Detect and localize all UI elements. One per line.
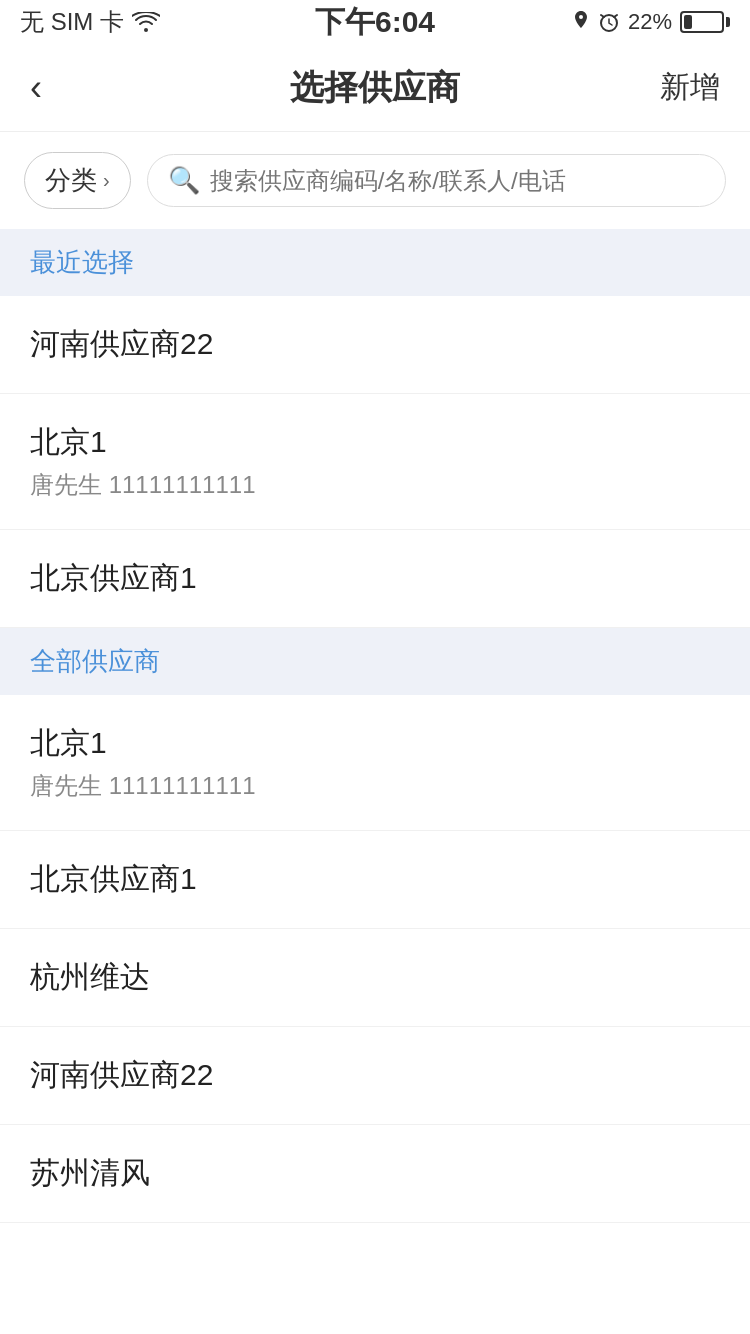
item-sub: 唐先生 11111111111 [30, 770, 720, 802]
item-name: 苏州清风 [30, 1153, 720, 1194]
location-icon [572, 11, 590, 33]
item-name: 北京1 [30, 723, 720, 764]
status-time: 下午6:04 [315, 2, 435, 43]
all-list-item[interactable]: 北京供应商1 [0, 831, 750, 929]
alarm-icon [598, 11, 620, 33]
wifi-icon [132, 12, 160, 32]
category-button[interactable]: 分类 › [24, 152, 131, 209]
all-list-item[interactable]: 河南供应商22 [0, 1027, 750, 1125]
page-title: 选择供应商 [290, 65, 460, 111]
filter-bar: 分类 › 🔍 [0, 132, 750, 229]
status-right: 22% [572, 9, 730, 35]
recent-section-header: 最近选择 [0, 229, 750, 296]
recent-list-item[interactable]: 北京供应商1 [0, 530, 750, 628]
recent-list-item[interactable]: 河南供应商22 [0, 296, 750, 394]
nav-bar: ‹ 选择供应商 新增 [0, 44, 750, 132]
status-bar: 无 SIM 卡 下午6:04 22% [0, 0, 750, 44]
search-input[interactable] [210, 167, 705, 195]
item-name: 杭州维达 [30, 957, 720, 998]
item-name: 北京供应商1 [30, 859, 720, 900]
category-label: 分类 [45, 163, 97, 198]
status-left: 无 SIM 卡 [20, 6, 160, 38]
recent-list: 河南供应商22 北京1 唐先生 11111111111 北京供应商1 [0, 296, 750, 628]
item-sub: 唐先生 11111111111 [30, 469, 720, 501]
all-list-item[interactable]: 杭州维达 [0, 929, 750, 1027]
chevron-right-icon: › [103, 169, 110, 192]
back-button[interactable]: ‹ [30, 67, 90, 109]
no-sim-text: 无 SIM 卡 [20, 6, 124, 38]
item-name: 北京供应商1 [30, 558, 720, 599]
battery-indicator [680, 11, 730, 33]
add-button[interactable]: 新增 [660, 67, 720, 108]
all-list-item[interactable]: 苏州清风 [0, 1125, 750, 1223]
search-box[interactable]: 🔍 [147, 154, 726, 207]
item-name: 河南供应商22 [30, 1055, 720, 1096]
item-name: 北京1 [30, 422, 720, 463]
all-list: 北京1 唐先生 11111111111 北京供应商1 杭州维达河南供应商22 苏州清风 [0, 695, 750, 1223]
all-section-header: 全部供应商 [0, 628, 750, 695]
item-name: 河南供应商22 [30, 324, 720, 365]
recent-list-item[interactable]: 北京1 唐先生 11111111111 [0, 394, 750, 530]
recent-section-label: 最近选择 [30, 247, 134, 277]
battery-percent: 22% [628, 9, 672, 35]
all-section-label: 全部供应商 [30, 646, 160, 676]
search-icon: 🔍 [168, 165, 200, 196]
all-list-item[interactable]: 北京1 唐先生 11111111111 [0, 695, 750, 831]
